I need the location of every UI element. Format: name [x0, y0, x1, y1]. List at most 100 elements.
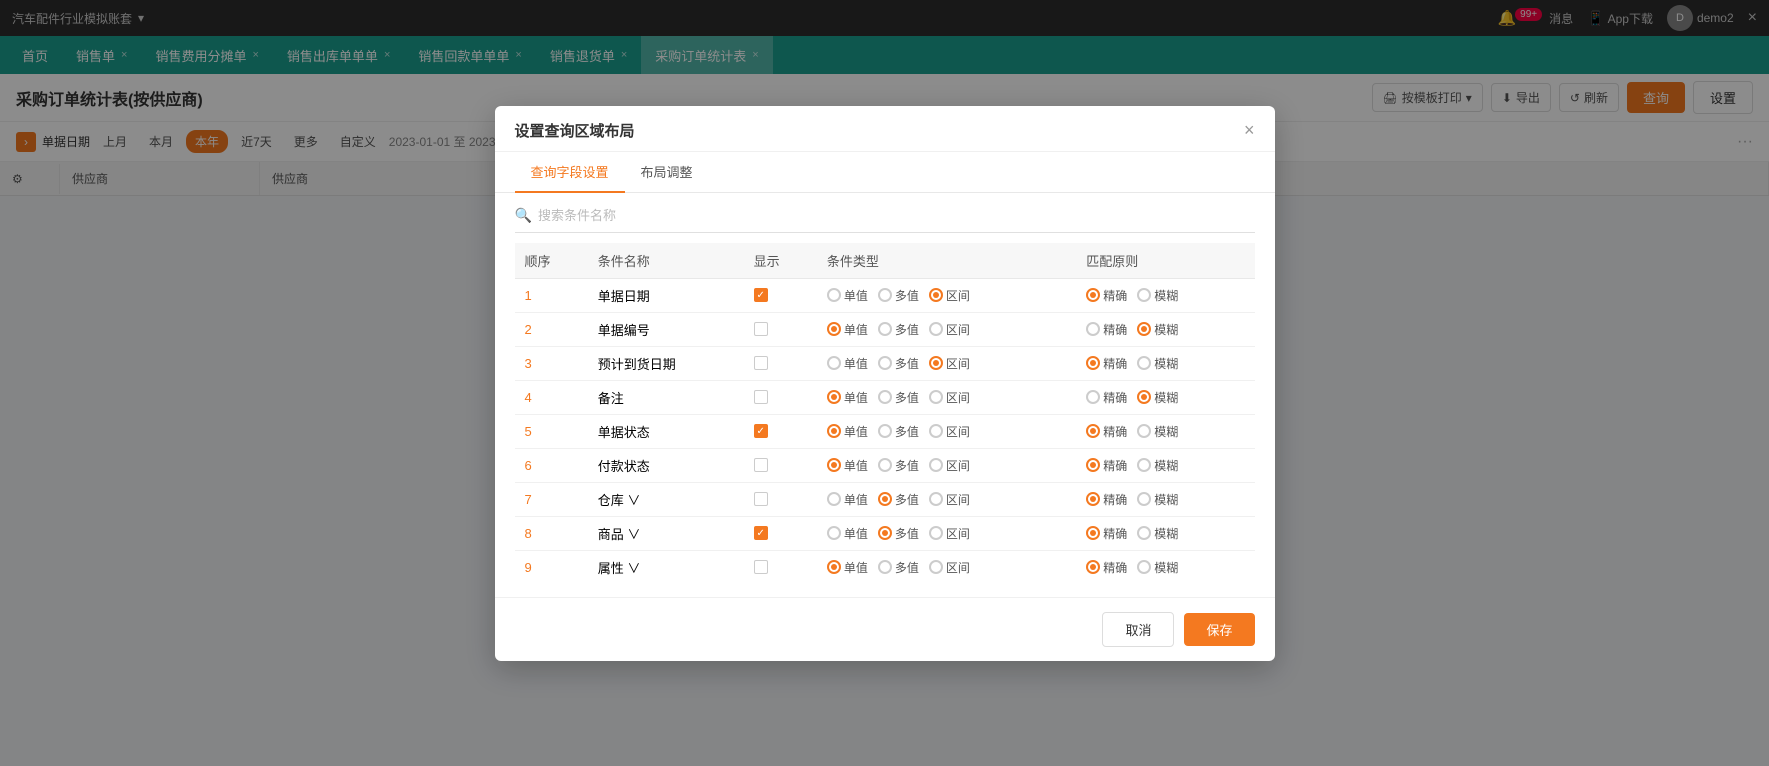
type-radio-item[interactable]: 多值: [878, 355, 919, 372]
radio-circle: [1137, 560, 1151, 574]
radio-circle: [1086, 390, 1100, 404]
checkbox[interactable]: [754, 492, 768, 506]
type-radio-item[interactable]: 区间: [929, 525, 970, 542]
row-display-checkbox[interactable]: [744, 278, 817, 312]
match-radio-item[interactable]: 精确: [1086, 457, 1127, 474]
radio-label: 精确: [1103, 525, 1127, 542]
match-radio-item[interactable]: 模糊: [1137, 491, 1178, 508]
radio-circle: [1086, 526, 1100, 540]
radio-label: 单值: [844, 355, 868, 372]
radio-circle: [827, 458, 841, 472]
checkbox[interactable]: [754, 560, 768, 574]
radio-circle: [929, 424, 943, 438]
type-radio-item[interactable]: 单值: [827, 559, 868, 576]
radio-label: 单值: [844, 559, 868, 576]
radio-circle: [827, 424, 841, 438]
checkbox[interactable]: [754, 356, 768, 370]
radio-circle: [1086, 356, 1100, 370]
row-display-checkbox[interactable]: [744, 482, 817, 516]
match-radio-item[interactable]: 精确: [1086, 559, 1127, 576]
match-radio-item[interactable]: 模糊: [1137, 355, 1178, 372]
row-display-checkbox[interactable]: [744, 380, 817, 414]
dialog-tab-query-fields[interactable]: 查询字段设置: [515, 152, 625, 193]
row-type-radio: 单值多值区间: [817, 312, 1076, 346]
type-radio-item[interactable]: 多值: [878, 491, 919, 508]
radio-label: 模糊: [1154, 491, 1178, 508]
type-radio-item[interactable]: 单值: [827, 525, 868, 542]
match-radio-item[interactable]: 模糊: [1137, 457, 1178, 474]
type-radio-item[interactable]: 区间: [929, 389, 970, 406]
match-radio-item[interactable]: 精确: [1086, 287, 1127, 304]
match-radio-item[interactable]: 模糊: [1137, 321, 1178, 338]
order-number: 6: [525, 458, 532, 473]
radio-circle: [929, 492, 943, 506]
match-radio-item[interactable]: 精确: [1086, 491, 1127, 508]
row-display-checkbox[interactable]: [744, 516, 817, 550]
type-radio-item[interactable]: 区间: [929, 321, 970, 338]
table-row: 8商品 ∨单值多值区间精确模糊: [515, 516, 1255, 550]
type-radio-item[interactable]: 多值: [878, 559, 919, 576]
cancel-button[interactable]: 取消: [1102, 612, 1174, 647]
match-radio-item[interactable]: 精确: [1086, 525, 1127, 542]
type-radio-item[interactable]: 区间: [929, 457, 970, 474]
type-radio-item[interactable]: 多值: [878, 423, 919, 440]
type-radio-item[interactable]: 单值: [827, 355, 868, 372]
checkbox[interactable]: [754, 458, 768, 472]
match-radio-item[interactable]: 模糊: [1137, 525, 1178, 542]
match-radio-item[interactable]: 精确: [1086, 389, 1127, 406]
row-order: 9: [515, 550, 588, 583]
match-radio-item[interactable]: 模糊: [1137, 423, 1178, 440]
row-display-checkbox[interactable]: [744, 414, 817, 448]
type-radio-item[interactable]: 区间: [929, 287, 970, 304]
type-radio-item[interactable]: 多值: [878, 287, 919, 304]
search-input[interactable]: [538, 208, 738, 223]
type-radio-item[interactable]: 多值: [878, 457, 919, 474]
type-radio-item[interactable]: 区间: [929, 423, 970, 440]
type-radio-item[interactable]: 单值: [827, 423, 868, 440]
dialog-close-button[interactable]: ×: [1244, 120, 1255, 141]
type-radio-item[interactable]: 多值: [878, 321, 919, 338]
type-radio-item[interactable]: 单值: [827, 321, 868, 338]
row-display-checkbox[interactable]: [744, 346, 817, 380]
checkbox[interactable]: [754, 322, 768, 336]
type-radio-item[interactable]: 多值: [878, 389, 919, 406]
match-radio-item[interactable]: 模糊: [1137, 287, 1178, 304]
row-display-checkbox[interactable]: [744, 550, 817, 583]
radio-circle: [1137, 356, 1151, 370]
match-radio-item[interactable]: 精确: [1086, 423, 1127, 440]
match-radio-item[interactable]: 模糊: [1137, 389, 1178, 406]
match-radio-item[interactable]: 精确: [1086, 355, 1127, 372]
row-type-radio: 单值多值区间: [817, 550, 1076, 583]
radio-circle: [929, 356, 943, 370]
row-condition-name: 单据编号: [588, 312, 744, 346]
radio-circle: [827, 322, 841, 336]
match-radio-item[interactable]: 模糊: [1137, 559, 1178, 576]
table-row: 2单据编号单值多值区间精确模糊: [515, 312, 1255, 346]
type-radio-item[interactable]: 区间: [929, 559, 970, 576]
radio-circle: [929, 458, 943, 472]
type-radio-item[interactable]: 区间: [929, 355, 970, 372]
order-number: 1: [525, 288, 532, 303]
checkbox[interactable]: [754, 288, 768, 302]
row-display-checkbox[interactable]: [744, 312, 817, 346]
checkbox[interactable]: [754, 424, 768, 438]
checkbox[interactable]: [754, 526, 768, 540]
order-number: 5: [525, 424, 532, 439]
checkbox[interactable]: [754, 390, 768, 404]
type-radio-item[interactable]: 单值: [827, 491, 868, 508]
table-row: 9属性 ∨单值多值区间精确模糊: [515, 550, 1255, 583]
radio-circle: [1137, 288, 1151, 302]
match-radio-item[interactable]: 精确: [1086, 321, 1127, 338]
type-radio-item[interactable]: 区间: [929, 491, 970, 508]
settings-dialog: 设置查询区域布局 × 查询字段设置 布局调整 🔍: [495, 106, 1275, 661]
radio-label: 模糊: [1154, 457, 1178, 474]
type-radio-item[interactable]: 多值: [878, 525, 919, 542]
type-radio-item[interactable]: 单值: [827, 389, 868, 406]
type-radio-item[interactable]: 单值: [827, 457, 868, 474]
type-radio-item[interactable]: 单值: [827, 287, 868, 304]
radio-circle: [827, 356, 841, 370]
dialog-tab-layout[interactable]: 布局调整: [625, 152, 709, 193]
save-button[interactable]: 保存: [1184, 613, 1254, 646]
row-display-checkbox[interactable]: [744, 448, 817, 482]
radio-label: 区间: [946, 491, 970, 508]
